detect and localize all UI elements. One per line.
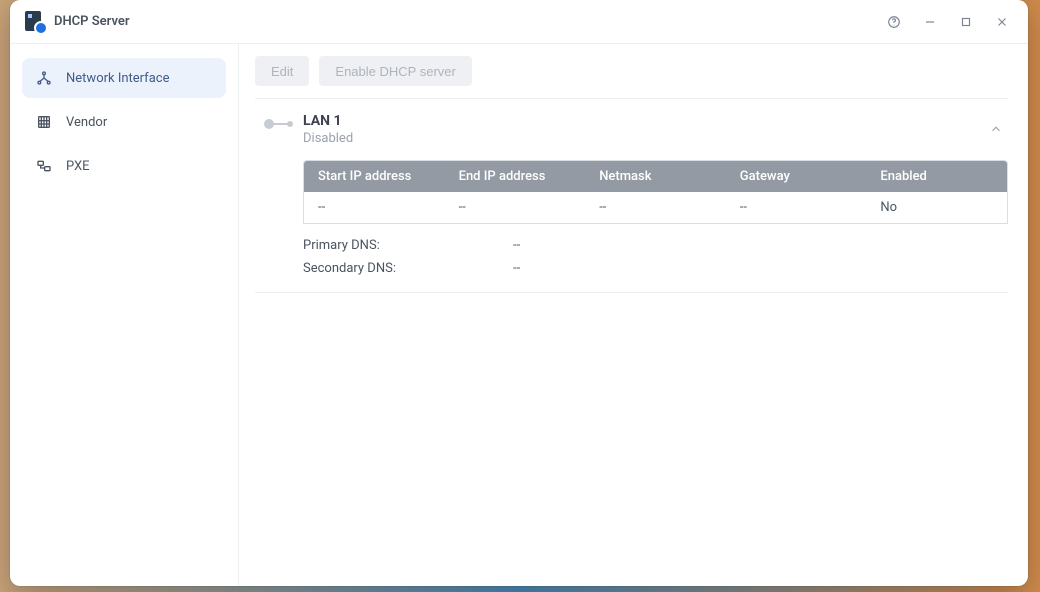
- network-icon: [36, 70, 52, 86]
- table-row[interactable]: -- -- -- -- No: [304, 192, 1007, 223]
- app-icon: [24, 11, 46, 33]
- sidebar: Network Interface Vendor PXE: [10, 44, 239, 586]
- enable-dhcp-button[interactable]: Enable DHCP server: [319, 56, 471, 86]
- cell-start-ip: --: [304, 192, 445, 223]
- primary-dns-label: Primary DNS:: [303, 238, 513, 253]
- col-end-ip: End IP address: [445, 161, 586, 192]
- sidebar-item-label: PXE: [66, 159, 90, 174]
- collapse-toggle[interactable]: [984, 117, 1008, 141]
- secondary-dns-label: Secondary DNS:: [303, 261, 513, 276]
- maximize-icon: [959, 15, 973, 29]
- col-enabled: Enabled: [866, 161, 1007, 192]
- pxe-icon: [36, 158, 52, 174]
- chevron-up-icon: [989, 122, 1003, 136]
- sidebar-item-vendor[interactable]: Vendor: [22, 102, 226, 142]
- edit-button[interactable]: Edit: [255, 56, 309, 86]
- interface-status-icon: [255, 113, 303, 129]
- sidebar-item-pxe[interactable]: PXE: [22, 146, 226, 186]
- sidebar-item-label: Network Interface: [66, 71, 169, 86]
- cell-enabled: No: [866, 192, 1007, 223]
- minimize-icon: [923, 15, 937, 29]
- close-button[interactable]: [986, 6, 1018, 38]
- content-area: Edit Enable DHCP server LAN 1 Disabled: [239, 44, 1028, 586]
- help-icon: [887, 15, 901, 29]
- interface-name: LAN 1: [303, 113, 984, 129]
- secondary-dns-value: --: [513, 261, 1008, 276]
- col-gateway: Gateway: [726, 161, 867, 192]
- dhcp-range-table: Start IP address End IP address Netmask …: [303, 160, 1008, 224]
- window-controls: [878, 6, 1018, 38]
- interface-state: Disabled: [303, 131, 984, 146]
- dns-section: Primary DNS: -- Secondary DNS: --: [303, 238, 1008, 276]
- cell-gateway: --: [726, 192, 867, 223]
- vendor-icon: [36, 114, 52, 130]
- col-netmask: Netmask: [585, 161, 726, 192]
- title-bar[interactable]: DHCP Server: [10, 0, 1028, 44]
- minimize-button[interactable]: [914, 6, 946, 38]
- window-title: DHCP Server: [54, 14, 130, 29]
- cell-end-ip: --: [445, 192, 586, 223]
- help-button[interactable]: [878, 6, 910, 38]
- sidebar-item-label: Vendor: [66, 115, 107, 130]
- app-window: DHCP Server Network Interface: [10, 0, 1028, 586]
- primary-dns-value: --: [513, 238, 1008, 253]
- toolbar: Edit Enable DHCP server: [255, 56, 1008, 99]
- maximize-button[interactable]: [950, 6, 982, 38]
- cell-netmask: --: [585, 192, 726, 223]
- table-header-row: Start IP address End IP address Netmask …: [304, 161, 1007, 192]
- sidebar-item-network-interface[interactable]: Network Interface: [22, 58, 226, 98]
- col-start-ip: Start IP address: [304, 161, 445, 192]
- interface-panel: LAN 1 Disabled Start IP add: [255, 99, 1008, 293]
- close-icon: [995, 15, 1009, 29]
